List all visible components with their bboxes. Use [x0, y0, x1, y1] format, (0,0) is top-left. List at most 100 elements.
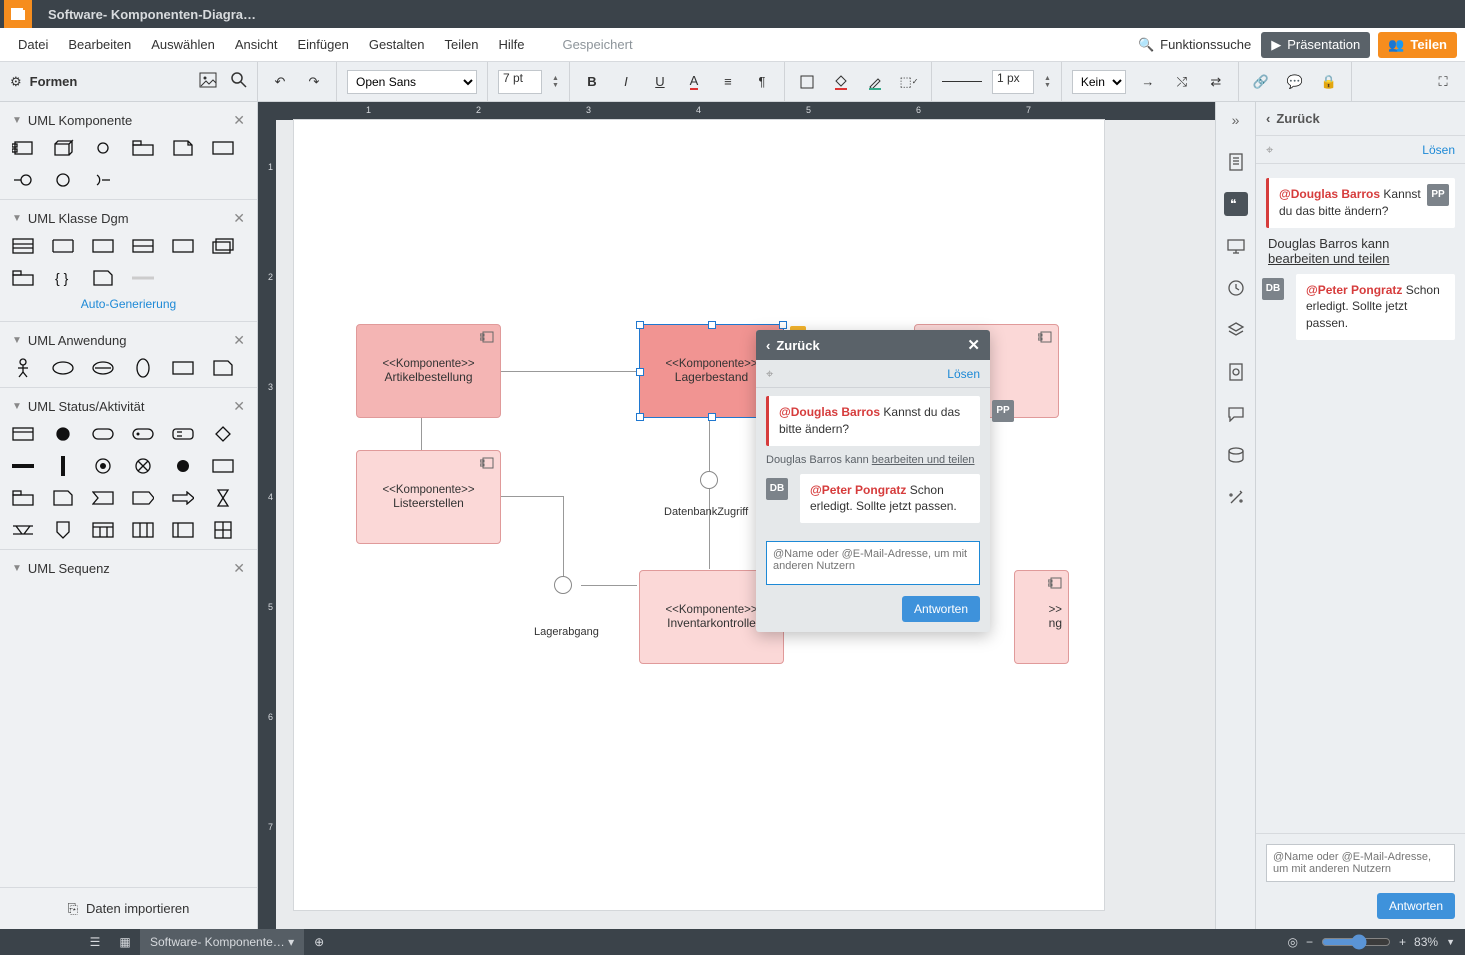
auto-generate-link[interactable]: Auto-Generierung — [12, 297, 245, 311]
shape-hourglass[interactable] — [212, 489, 234, 507]
redo-icon[interactable]: ↷ — [302, 70, 326, 94]
permissions-link[interactable]: bearbeiten und teilen — [872, 454, 975, 466]
zoom-slider[interactable] — [1321, 934, 1391, 950]
add-page-icon[interactable]: ⊕ — [304, 929, 334, 955]
selection-handle[interactable] — [708, 321, 716, 329]
close-icon[interactable]: ✕ — [233, 398, 245, 415]
chat-icon[interactable] — [1224, 402, 1248, 426]
shape-final[interactable] — [92, 457, 114, 475]
shape-pkg2[interactable] — [12, 269, 34, 287]
shape-merge[interactable] — [12, 521, 34, 539]
edge[interactable] — [563, 496, 564, 585]
edge[interactable] — [499, 371, 639, 372]
shape-line[interactable] — [132, 269, 154, 287]
back-label[interactable]: Zurück — [1276, 111, 1319, 126]
shape-openrect[interactable] — [52, 237, 74, 255]
caret-down-icon[interactable]: ▼ — [12, 563, 22, 574]
image-icon[interactable] — [199, 72, 217, 91]
caret-down-icon[interactable]: ▼ — [12, 401, 22, 412]
pin-icon[interactable]: ⌖ — [1266, 142, 1273, 158]
close-icon[interactable]: ✕ — [233, 560, 245, 577]
shape-vbar[interactable] — [52, 457, 74, 475]
reply-item[interactable]: DB @Peter Pongratz Schon erledigt. Sollt… — [800, 474, 980, 524]
shape-rect2[interactable] — [92, 237, 114, 255]
search-icon[interactable] — [231, 72, 247, 91]
font-family-select[interactable]: Open Sans — [347, 70, 477, 94]
selection-handle[interactable] — [779, 321, 787, 329]
edge[interactable] — [421, 418, 422, 450]
shape-rect[interactable] — [212, 139, 234, 157]
shape-provided[interactable] — [12, 171, 34, 189]
caret-down-icon[interactable]: ▼ — [12, 213, 22, 224]
menu-view[interactable]: Ansicht — [225, 28, 288, 61]
resolve-link[interactable]: Lösen — [947, 367, 980, 381]
shape-class3[interactable] — [12, 237, 34, 255]
font-size-select[interactable]: 7 pt — [498, 70, 542, 94]
edge-label[interactable]: Lagerabgang — [534, 626, 599, 638]
shape-package[interactable] — [132, 139, 154, 157]
canvas[interactable]: 1 2 3 4 5 6 7 1 2 3 4 5 6 7 — [258, 102, 1215, 929]
zoom-reset-icon[interactable]: ◎ — [1288, 935, 1298, 949]
close-icon[interactable]: ✕ — [233, 332, 245, 349]
page-tab[interactable]: Software- Komponente… ▾ — [140, 929, 304, 955]
shape-hbar[interactable] — [12, 457, 34, 475]
link-icon[interactable]: 🔗 — [1249, 70, 1273, 94]
edge[interactable] — [709, 489, 710, 569]
line-routing-icon[interactable]: ⤭ — [1170, 70, 1194, 94]
feature-search[interactable]: 🔍 Funktionssuche — [1138, 37, 1251, 53]
shape-note[interactable] — [172, 139, 194, 157]
data-icon[interactable] — [1224, 444, 1248, 468]
reply-item[interactable]: DB @Peter Pongratz Schon erledigt. Sollt… — [1296, 274, 1455, 340]
line-start-select[interactable]: Keine — [1072, 70, 1126, 94]
shape-ellipse-line[interactable] — [92, 359, 114, 377]
resolve-link[interactable]: Lösen — [1422, 143, 1455, 157]
present-button[interactable]: ▶Präsentation — [1261, 32, 1370, 58]
back-icon[interactable]: ‹ — [766, 338, 770, 353]
shape-node[interactable] — [52, 139, 74, 157]
master-icon[interactable] — [1224, 360, 1248, 384]
shape-assembly[interactable] — [92, 171, 114, 189]
import-data-button[interactable]: ⎘ Daten importieren — [0, 887, 257, 929]
text-options-icon[interactable]: ¶ — [750, 70, 774, 94]
selection-handle[interactable] — [636, 368, 644, 376]
line-style-icon[interactable] — [942, 81, 982, 82]
comment-shape-icon[interactable]: 💬 — [1283, 70, 1307, 94]
menu-insert[interactable]: Einfügen — [288, 28, 359, 61]
edge[interactable] — [499, 496, 563, 497]
selection-handle[interactable] — [708, 413, 716, 421]
caret-down-icon[interactable]: ▼ — [12, 115, 22, 126]
underline-icon[interactable]: U — [648, 70, 672, 94]
shape-signal-send[interactable] — [132, 489, 154, 507]
reply-input[interactable] — [1266, 844, 1455, 882]
back-label[interactable]: Zurück — [776, 338, 819, 353]
shape-options-icon[interactable]: ⬚✓ — [897, 70, 921, 94]
shape-rect3[interactable] — [172, 237, 194, 255]
shape-port[interactable] — [92, 139, 114, 157]
close-icon[interactable]: ✕ — [233, 112, 245, 129]
interface-circle[interactable] — [700, 471, 718, 489]
edge[interactable] — [581, 585, 637, 586]
node-listeerstellen[interactable]: <<Komponente>> Listeerstellen — [356, 450, 501, 544]
caret-down-icon[interactable]: ▼ — [12, 335, 22, 346]
history-icon[interactable] — [1224, 276, 1248, 300]
shape-partition[interactable] — [12, 489, 34, 507]
shape-oval[interactable] — [132, 359, 154, 377]
reply-input[interactable] — [766, 541, 980, 585]
linewidth-up-icon[interactable]: ▲ — [1044, 75, 1051, 82]
interface-circle[interactable] — [554, 576, 572, 594]
menu-select[interactable]: Auswählen — [141, 28, 225, 61]
edge[interactable] — [709, 419, 710, 471]
selection-handle[interactable] — [636, 321, 644, 329]
fullscreen-icon[interactable]: ⛶ — [1431, 70, 1455, 94]
shape-end[interactable] — [172, 457, 194, 475]
shape-class2[interactable] — [132, 237, 154, 255]
shape-table[interactable] — [92, 521, 114, 539]
shape-swim[interactable] — [132, 521, 154, 539]
shape-note2[interactable] — [92, 269, 114, 287]
document-title[interactable]: Software- Komponenten-Diagra… — [48, 7, 256, 22]
shape-terminate[interactable] — [132, 457, 154, 475]
shape-roundrect3[interactable] — [172, 425, 194, 443]
border-color-icon[interactable] — [863, 70, 887, 94]
shape-state[interactable] — [12, 425, 34, 443]
permissions-link[interactable]: bearbeiten und teilen — [1268, 251, 1389, 266]
